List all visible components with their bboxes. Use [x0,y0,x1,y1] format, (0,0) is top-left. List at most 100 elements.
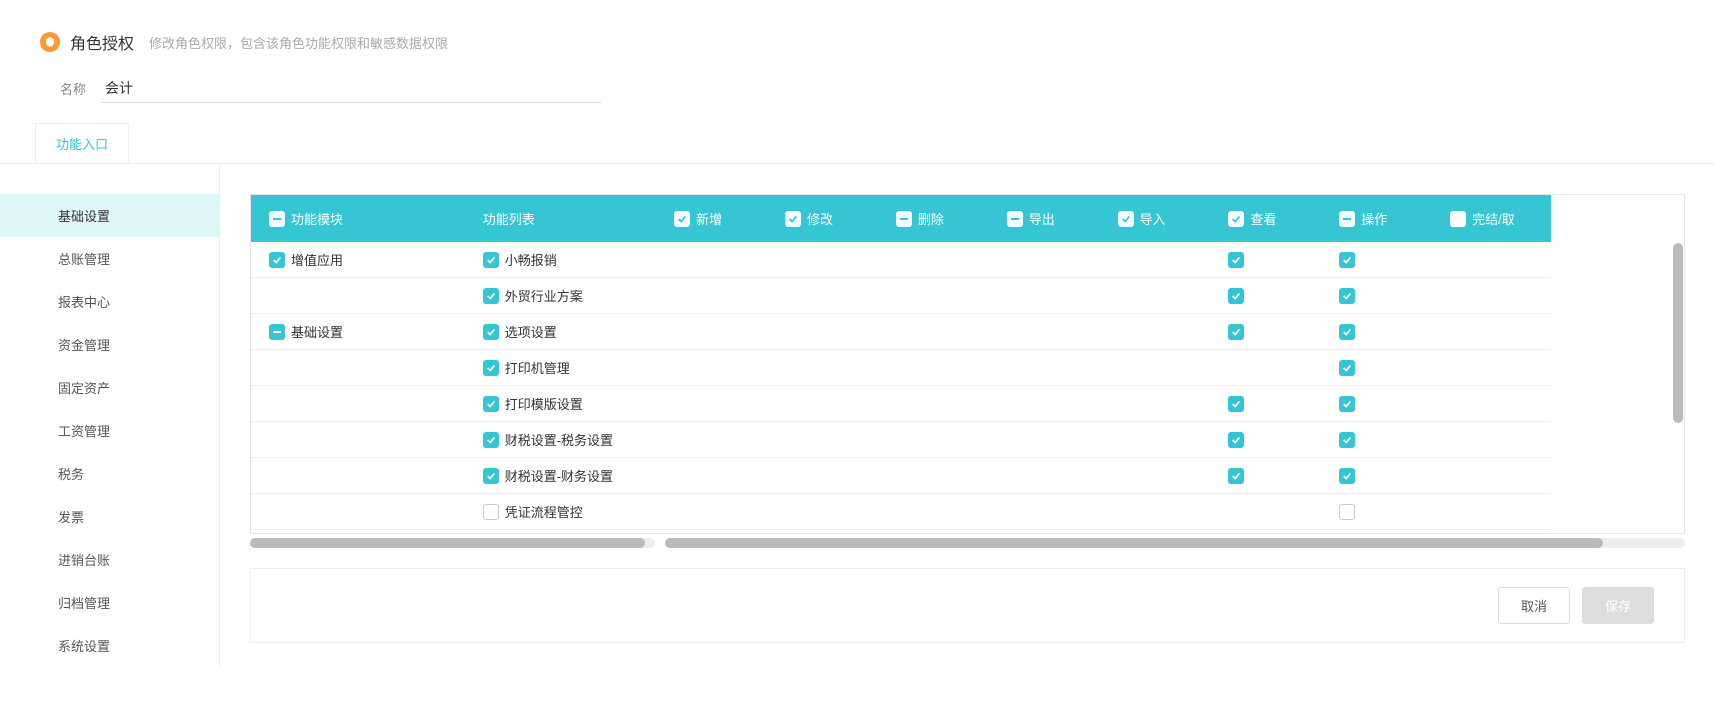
checkbox[interactable] [483,252,499,268]
module-cell: 增值应用 [251,242,473,278]
checkbox[interactable] [483,324,499,340]
checkbox[interactable] [1228,288,1244,304]
hscroll-right-thumb[interactable] [665,538,1603,548]
perm-cell [1329,278,1440,314]
perm-cell [1218,458,1329,494]
checkbox[interactable] [269,252,285,268]
perm-cell [664,386,775,422]
col-header-label: 删除 [918,212,944,227]
module-cell [251,530,473,535]
col-header: 操作 [1329,195,1440,242]
list-cell: 财税设置-财务设置 [473,458,664,494]
perm-cell [1218,278,1329,314]
checkbox[interactable] [674,211,690,227]
list-label: 小畅报销 [505,253,557,268]
checkbox[interactable] [1339,360,1355,376]
sidebar-item[interactable]: 基础设置 [0,194,219,237]
module-cell [251,494,473,530]
checkbox[interactable] [785,211,801,227]
checkbox[interactable] [483,468,499,484]
perm-cell [886,494,997,530]
checkbox[interactable] [1228,468,1244,484]
list-label: 财税设置-财务设置 [505,469,613,484]
checkbox[interactable] [1339,396,1355,412]
checkbox[interactable] [1228,252,1244,268]
perm-cell [775,386,886,422]
checkbox[interactable] [483,504,499,520]
perm-cell [1329,458,1440,494]
horizontal-scrollbars [250,538,1685,548]
col-header-label: 导出 [1029,212,1055,227]
checkbox[interactable] [1228,396,1244,412]
sidebar-item[interactable]: 工资管理 [0,409,219,452]
col-header: 删除 [886,195,997,242]
perm-cell [664,350,775,386]
vertical-scrollbar-thumb[interactable] [1673,243,1683,423]
checkbox[interactable] [1339,288,1355,304]
perm-cell [997,458,1108,494]
role-name-input[interactable] [101,74,601,103]
table-row: 基础设置选项设置 [251,314,1551,350]
main-panel: 功能模块功能列表新增修改删除导出导入查看操作完结/取 增值应用小畅报销外贸行业方… [220,164,1715,667]
sidebar-item[interactable]: 税务 [0,452,219,495]
sidebar-item[interactable]: 发票 [0,495,219,538]
checkbox[interactable] [1339,468,1355,484]
perm-cell [886,458,997,494]
checkbox[interactable] [483,432,499,448]
perm-cell [775,350,886,386]
checkbox[interactable] [1118,211,1134,227]
module-cell [251,458,473,494]
perm-cell [775,494,886,530]
sidebar-item[interactable]: 系统设置 [0,624,219,667]
perm-cell [1108,422,1219,458]
sidebar-item[interactable]: 归档管理 [0,581,219,624]
col-header-label: 功能模块 [291,212,343,227]
perm-cell [664,530,775,535]
perm-cell [1329,350,1440,386]
sidebar-item[interactable]: 固定资产 [0,366,219,409]
checkbox[interactable] [1339,432,1355,448]
module-cell [251,422,473,458]
checkbox[interactable] [269,324,285,340]
sidebar-item[interactable]: 资金管理 [0,323,219,366]
sidebar-item[interactable]: 报表中心 [0,280,219,323]
checkbox[interactable] [269,211,285,227]
save-button[interactable]: 保存 [1582,587,1654,624]
hscroll-left[interactable] [250,538,655,548]
perm-cell [1108,350,1219,386]
cancel-button[interactable]: 取消 [1498,587,1570,624]
perm-cell [1218,314,1329,350]
checkbox[interactable] [1339,211,1355,227]
perm-cell [886,422,997,458]
checkbox[interactable] [483,396,499,412]
checkbox[interactable] [1339,324,1355,340]
checkbox[interactable] [1228,211,1244,227]
perm-cell [1218,242,1329,278]
table-row: 凭证类型设置 [251,530,1551,535]
checkbox[interactable] [1450,211,1466,227]
name-row: 名称 [0,64,1715,123]
hscroll-right[interactable] [665,538,1685,548]
checkbox[interactable] [483,288,499,304]
col-header-module: 功能模块 [251,195,473,242]
checkbox[interactable] [1339,252,1355,268]
vertical-scrollbar[interactable] [1671,243,1685,533]
page: 角色授权 修改角色权限，包含该角色功能权限和敏感数据权限 名称 功能入口 基础设… [0,0,1715,667]
checkbox[interactable] [1228,324,1244,340]
checkbox[interactable] [483,360,499,376]
sidebar-item[interactable]: 进销台账 [0,538,219,581]
module-cell [251,350,473,386]
col-header: 新增 [664,195,775,242]
perm-cell [1440,386,1551,422]
tab-function-entry[interactable]: 功能入口 [35,123,129,163]
list-cell: 财税设置-税务设置 [473,422,664,458]
checkbox[interactable] [1339,504,1355,520]
perm-cell [886,530,997,535]
perm-cell [1108,530,1219,535]
sidebar-item[interactable]: 总账管理 [0,237,219,280]
checkbox[interactable] [1228,432,1244,448]
checkbox[interactable] [896,211,912,227]
list-cell: 凭证类型设置 [473,530,664,535]
checkbox[interactable] [1007,211,1023,227]
hscroll-left-thumb[interactable] [250,538,645,548]
